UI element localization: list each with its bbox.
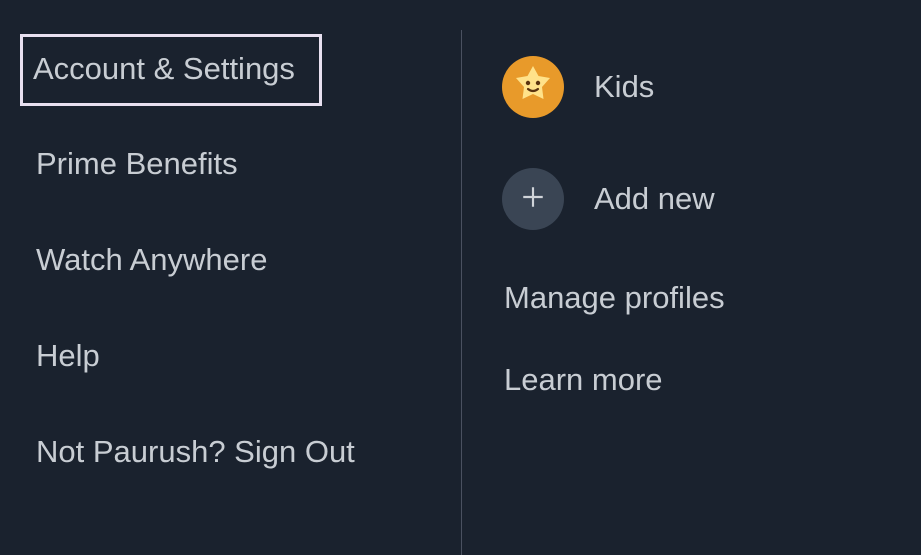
manage-profiles-link[interactable]: Manage profiles (502, 280, 921, 316)
plus-icon (520, 183, 546, 215)
right-profiles-panel: Kids Add new Manage profiles Learn more (462, 0, 921, 555)
watch-anywhere-menu-item[interactable]: Watch Anywhere (22, 232, 281, 288)
left-menu-panel: Account & Settings Prime Benefits Watch … (0, 0, 462, 555)
account-settings-menu-item[interactable]: Account & Settings (20, 34, 322, 106)
sign-out-menu-item[interactable]: Not Paurush? Sign Out (22, 424, 369, 480)
vertical-divider (461, 30, 462, 555)
add-new-profile-row[interactable]: Add new (502, 168, 921, 230)
help-menu-item[interactable]: Help (22, 328, 114, 384)
add-profile-icon (502, 168, 564, 230)
learn-more-link[interactable]: Learn more (502, 362, 921, 398)
prime-benefits-menu-item[interactable]: Prime Benefits (22, 136, 252, 192)
kids-profile-row[interactable]: Kids (502, 56, 921, 118)
add-new-label: Add new (594, 181, 715, 217)
kids-profile-label: Kids (594, 69, 654, 105)
kids-profile-icon (502, 56, 564, 118)
